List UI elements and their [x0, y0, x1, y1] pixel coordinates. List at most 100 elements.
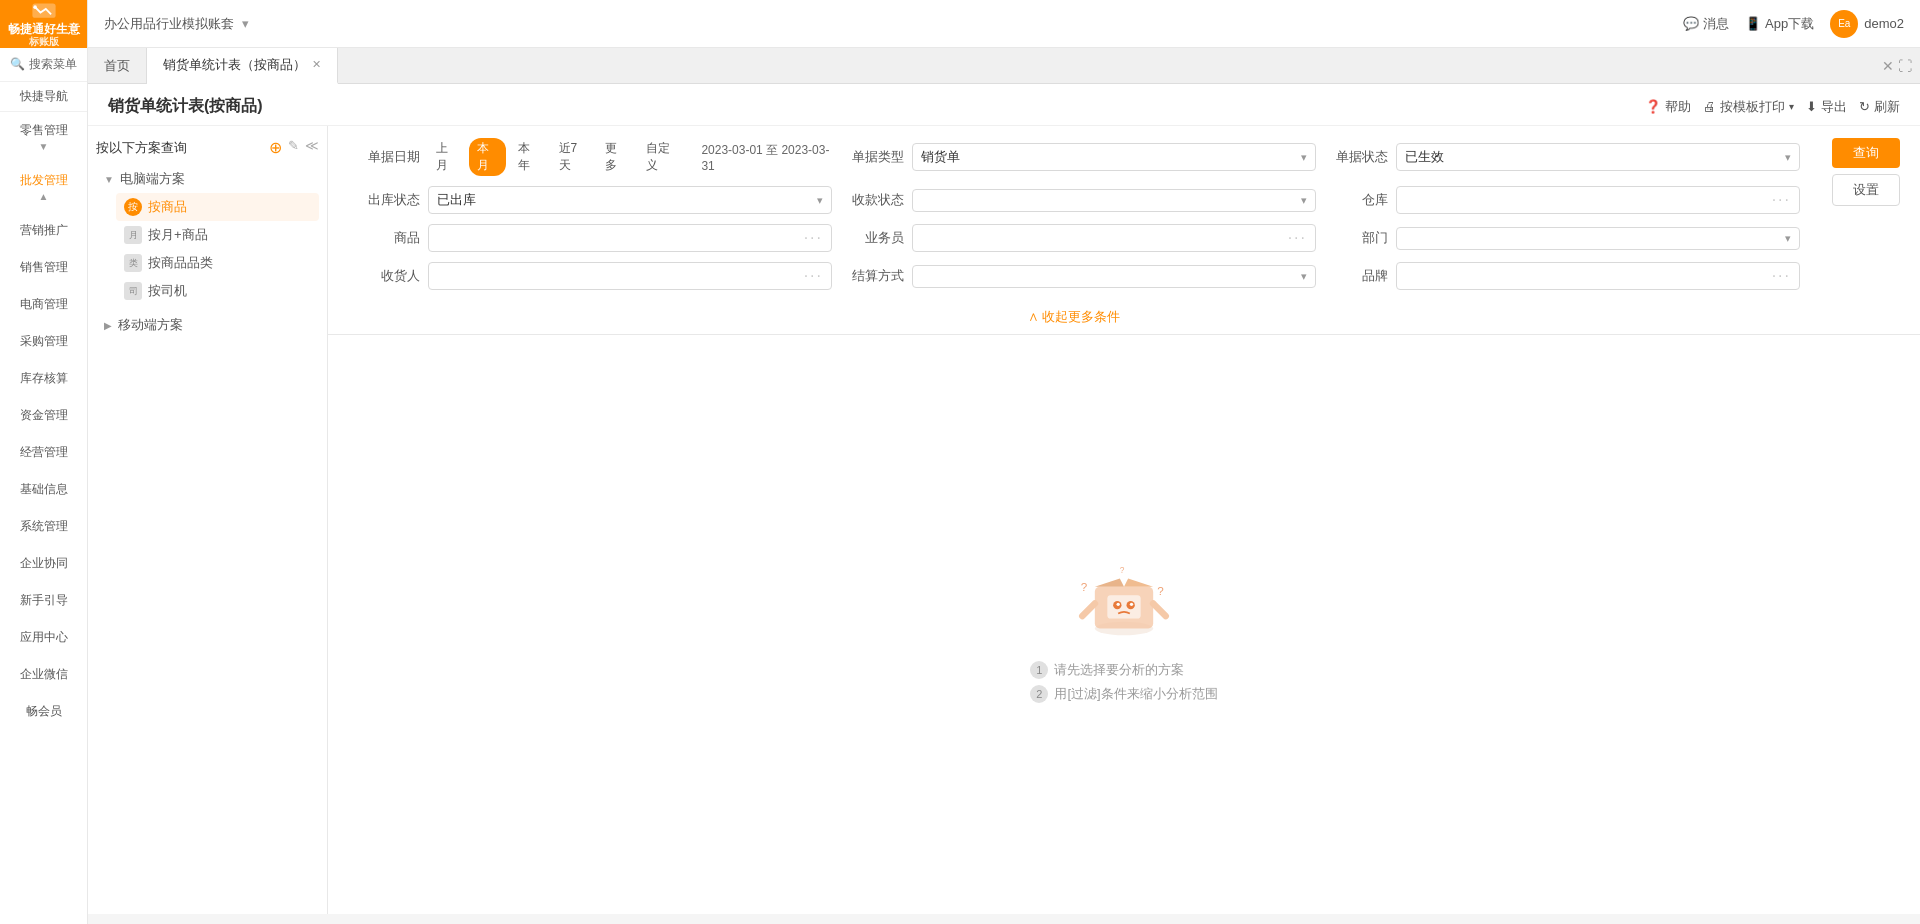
wh-status-value: 已出库 — [437, 191, 476, 209]
sidebar-item-basic[interactable]: 基础信息 — [0, 471, 87, 508]
settlement-dropdown[interactable]: ▾ — [912, 265, 1316, 288]
refresh-btn[interactable]: ↻ 刷新 — [1859, 98, 1900, 116]
stock-label: 库存核算 — [20, 370, 68, 387]
export-btn[interactable]: ⬇ 导出 — [1806, 98, 1847, 116]
receiver-input[interactable]: ··· — [428, 262, 832, 290]
marketing-label: 营销推广 — [20, 222, 68, 239]
search-menu[interactable]: 🔍 搜索菜单 — [0, 48, 87, 82]
sidebar-item-finance[interactable]: 资金管理 — [0, 397, 87, 434]
ecommerce-label: 电商管理 — [20, 296, 68, 313]
salesperson-dots: ··· — [1288, 229, 1307, 247]
wh-status-dropdown[interactable]: 已出库 ▾ — [428, 186, 832, 214]
page: 销货单统计表(按商品) ❓ 帮助 🖨 按模板打印 ▾ ⬇ 导出 — [88, 84, 1920, 914]
empty-hint-2: 2 用[过滤]条件来缩小分析范围 — [1030, 685, 1217, 703]
sidebar-item-enterprise[interactable]: 企业协同 — [0, 545, 87, 582]
goods-input[interactable]: ··· — [428, 224, 832, 252]
collapse-bar[interactable]: ∧ 收起更多条件 — [348, 300, 1800, 334]
tab-home[interactable]: 首页 — [88, 48, 147, 84]
basic-label: 基础信息 — [20, 481, 68, 498]
app-logo: 畅捷通好生意 标账版 — [0, 0, 87, 48]
department-dropdown[interactable]: ▾ — [1396, 227, 1800, 250]
edit-scheme-btn[interactable]: ✎ — [288, 138, 299, 157]
filter-settlement-cell: 结算方式 ▾ — [832, 262, 1316, 290]
left-panel-header: 按以下方案查询 ⊕ ✎ ≪ — [96, 138, 319, 157]
message-btn[interactable]: 💬 消息 — [1683, 15, 1729, 33]
date-tab-7days[interactable]: 近7天 — [551, 138, 594, 176]
date-tab-last-month[interactable]: 上月 — [428, 138, 465, 176]
sidebar-item-member[interactable]: 畅会员 — [0, 693, 87, 730]
tab-report-label: 销货单统计表（按商品） — [163, 56, 306, 74]
tab-expand-btn[interactable]: ⛶ — [1898, 58, 1912, 74]
svg-point-1 — [33, 5, 37, 9]
filter-row-4: 收货人 ··· 结算方式 — [348, 262, 1800, 290]
sidebar-item-purchase[interactable]: 采购管理 — [0, 323, 87, 360]
filter-wh-status-cell: 出库状态 已出库 ▾ — [348, 186, 832, 214]
doctype-dropdown[interactable]: 销货单 ▾ — [912, 143, 1316, 171]
sidebar-item-appstore[interactable]: 应用中心 — [0, 619, 87, 656]
tree-children: 按 按商品 月 按月+商品 类 按商品品类 司 — [96, 193, 319, 305]
by-month-product-icon: 月 — [124, 226, 142, 244]
hint-num-1: 1 — [1030, 661, 1048, 679]
collapse-panel-btn[interactable]: ≪ — [305, 138, 319, 157]
sidebar-item-ecommerce[interactable]: 电商管理 — [0, 286, 87, 323]
app-sub: 标账版 — [29, 36, 59, 48]
template-print-arrow: ▾ — [1789, 101, 1794, 112]
template-print-btn[interactable]: 🖨 按模板打印 ▾ — [1703, 98, 1794, 116]
docstatus-value: 已生效 — [1405, 148, 1444, 166]
date-range: 2023-03-01 至 2023-03-31 — [701, 142, 832, 173]
date-tab-this-month[interactable]: 本月 — [469, 138, 506, 176]
collection-status-dropdown[interactable]: ▾ — [912, 189, 1316, 212]
filter-date-cell: 单据日期 上月 本月 本年 近7天 更多 自定义 — [348, 138, 832, 176]
add-scheme-btn[interactable]: ⊕ — [269, 138, 282, 157]
print-icon: 🖨 — [1703, 99, 1716, 114]
sidebar-item-retail[interactable]: 零售管理 ▼ — [0, 112, 87, 162]
department-arrow: ▾ — [1785, 232, 1791, 245]
sidebar-item-stock[interactable]: 库存核算 — [0, 360, 87, 397]
tree-mobile-header[interactable]: ▶ 移动端方案 — [96, 311, 319, 339]
page-body: 按以下方案查询 ⊕ ✎ ≪ ▼ 电脑端方案 按 — [88, 126, 1920, 914]
search-icon: 🔍 — [10, 57, 25, 71]
user-label: demo2 — [1864, 16, 1904, 31]
tree-item-by-product[interactable]: 按 按商品 — [116, 193, 319, 221]
app-name: 畅捷通好生意 — [8, 22, 80, 36]
wh-status-arrow: ▾ — [817, 194, 823, 207]
query-btn[interactable]: 查询 — [1832, 138, 1900, 168]
help-btn[interactable]: ❓ 帮助 — [1645, 98, 1691, 116]
svg-text:?: ? — [1157, 584, 1164, 597]
date-tab-more[interactable]: 更多 — [597, 138, 634, 176]
tree-item-by-category[interactable]: 类 按商品品类 — [116, 249, 319, 277]
sidebar-item-wholesale[interactable]: 批发管理 ▲ — [0, 162, 87, 212]
warehouse-label: 仓库 — [1316, 191, 1396, 209]
warehouse-dots: ··· — [1772, 191, 1791, 209]
tree-item-by-cashier[interactable]: 司 按司机 — [116, 277, 319, 305]
tree-desktop-header[interactable]: ▼ 电脑端方案 — [96, 165, 319, 193]
hint-text-1: 请先选择要分析的方案 — [1054, 661, 1184, 679]
svg-text:?: ? — [1081, 580, 1088, 593]
sidebar-item-corpwechat[interactable]: 企业微信 — [0, 656, 87, 693]
receiver-label: 收货人 — [348, 267, 428, 285]
template-print-label: 按模板打印 — [1720, 98, 1785, 116]
settlement-label: 结算方式 — [832, 267, 912, 285]
user-menu[interactable]: Ea demo2 — [1830, 10, 1904, 38]
tab-report-close[interactable]: ✕ — [312, 58, 321, 71]
settings-btn[interactable]: 设置 — [1832, 174, 1900, 206]
sidebar-item-guide[interactable]: 新手引导 — [0, 582, 87, 619]
app-download-btn[interactable]: 📱 App下载 — [1745, 15, 1814, 33]
sidebar-item-marketing[interactable]: 营销推广 — [0, 212, 87, 249]
tree-item-by-month-product[interactable]: 月 按月+商品 — [116, 221, 319, 249]
logo-icon — [30, 0, 58, 20]
sidebar-item-sales[interactable]: 销售管理 — [0, 249, 87, 286]
date-tab-custom[interactable]: 自定义 — [638, 138, 685, 176]
sidebar-item-operation[interactable]: 经营管理 — [0, 434, 87, 471]
left-panel-title: 按以下方案查询 — [96, 139, 187, 157]
salesperson-input[interactable]: ··· — [912, 224, 1316, 252]
sidebar-item-system[interactable]: 系统管理 — [0, 508, 87, 545]
brand-input[interactable]: ··· — [1396, 262, 1800, 290]
tab-report[interactable]: 销货单统计表（按商品） ✕ — [147, 48, 338, 84]
docstatus-dropdown[interactable]: 已生效 ▾ — [1396, 143, 1800, 171]
warehouse-input[interactable]: ··· — [1396, 186, 1800, 214]
date-tab-this-year[interactable]: 本年 — [510, 138, 547, 176]
svg-point-8 — [1130, 602, 1133, 605]
quick-nav[interactable]: 快捷导航 — [0, 82, 87, 112]
tab-close-btn[interactable]: ✕ — [1882, 58, 1894, 74]
